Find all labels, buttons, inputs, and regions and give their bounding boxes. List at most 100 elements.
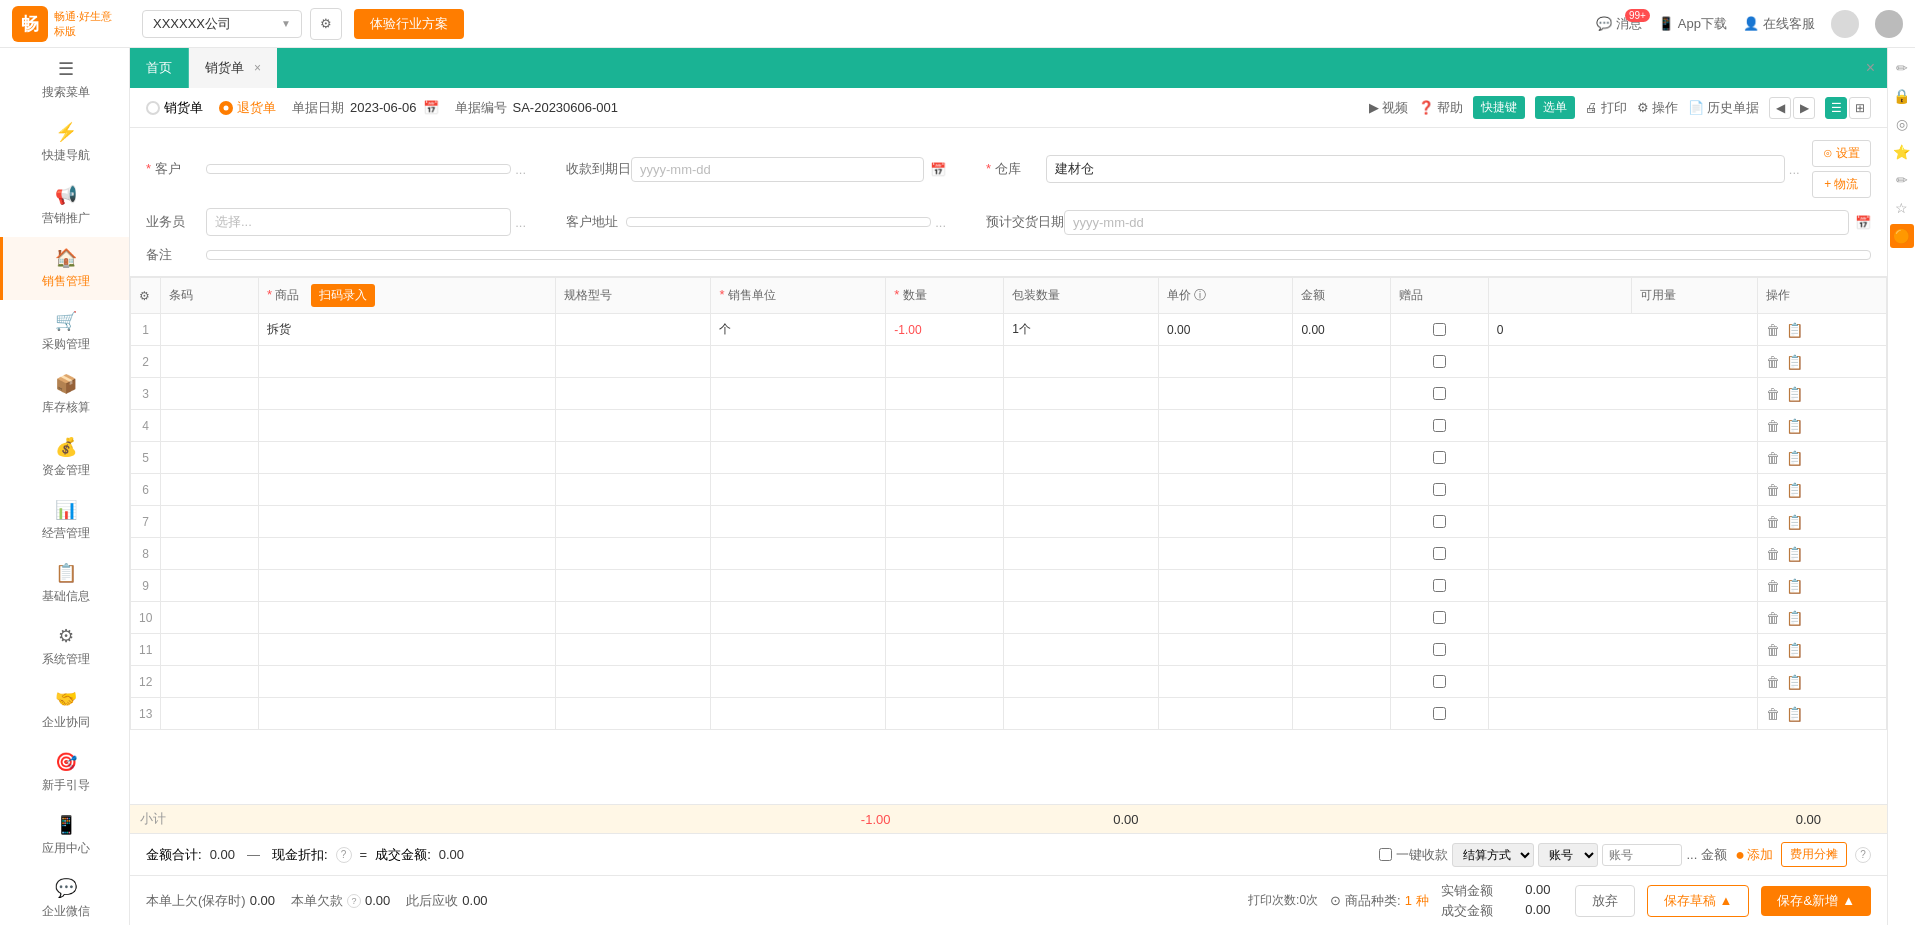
delivery-calendar-icon[interactable]: 📅: [1855, 215, 1871, 230]
delete-icon-12[interactable]: 🗑: [1766, 674, 1780, 690]
right-tool-2[interactable]: 🔒: [1890, 84, 1914, 108]
gift-checkbox-7[interactable]: [1433, 515, 1446, 528]
one-click-payment-checkbox[interactable]: [1379, 848, 1392, 861]
row-gift-13[interactable]: [1391, 698, 1489, 730]
gift-checkbox-2[interactable]: [1433, 355, 1446, 368]
row-spec-7[interactable]: [556, 506, 711, 538]
row-barcode-13[interactable]: [161, 698, 259, 730]
row-amount-8[interactable]: [1293, 538, 1391, 570]
row-gift-1[interactable]: [1391, 314, 1489, 346]
gift-checkbox-1[interactable]: [1433, 323, 1446, 336]
delete-icon-11[interactable]: 🗑: [1766, 642, 1780, 658]
row-barcode-6[interactable]: [161, 474, 259, 506]
calendar-icon[interactable]: 📅: [423, 100, 439, 115]
right-tool-4[interactable]: ⭐: [1890, 140, 1914, 164]
row-amount-4[interactable]: [1293, 410, 1391, 442]
tab-sales-order[interactable]: 销货单 ×: [189, 48, 277, 88]
row-pack-qty-4[interactable]: [1004, 410, 1159, 442]
row-product-8[interactable]: [259, 538, 556, 570]
row-price-8[interactable]: [1159, 538, 1293, 570]
video-btn[interactable]: ▶ 视频: [1369, 99, 1408, 117]
print-btn[interactable]: 🖨 打印: [1585, 99, 1627, 117]
gift-checkbox-13[interactable]: [1433, 707, 1446, 720]
row-gift-6[interactable]: [1391, 474, 1489, 506]
row-qty-3[interactable]: [886, 378, 1004, 410]
copy-icon-2[interactable]: 📋: [1786, 354, 1803, 370]
row-product-2[interactable]: [259, 346, 556, 378]
warehouse-dots[interactable]: ...: [1789, 162, 1800, 177]
row-pack-qty-1[interactable]: 1个: [1004, 314, 1159, 346]
message-button[interactable]: 💬 消息 99+: [1596, 15, 1642, 33]
sidebar-item-operations[interactable]: 📊 经营管理: [0, 489, 129, 552]
row-spec-6[interactable]: [556, 474, 711, 506]
row-qty-2[interactable]: [886, 346, 1004, 378]
account-select[interactable]: 账号: [1538, 843, 1598, 867]
row-product-5[interactable]: [259, 442, 556, 474]
row-spec-12[interactable]: [556, 666, 711, 698]
row-qty-4[interactable]: [886, 410, 1004, 442]
row-gift-3[interactable]: [1391, 378, 1489, 410]
copy-icon-13[interactable]: 📋: [1786, 706, 1803, 722]
salesperson-input[interactable]: 选择...: [206, 208, 511, 236]
row-spec-8[interactable]: [556, 538, 711, 570]
list-view-btn[interactable]: ☰: [1825, 97, 1847, 119]
row-price-12[interactable]: [1159, 666, 1293, 698]
row-product-10[interactable]: [259, 602, 556, 634]
select-button[interactable]: 选单: [1535, 96, 1575, 119]
row-barcode-2[interactable]: [161, 346, 259, 378]
row-unit-8[interactable]: [711, 538, 886, 570]
copy-icon-10[interactable]: 📋: [1786, 610, 1803, 626]
sidebar-item-sales[interactable]: 🏠 销售管理: [0, 237, 129, 300]
radio-sales-order[interactable]: 销货单: [146, 99, 203, 117]
row-qty-6[interactable]: [886, 474, 1004, 506]
row-pack-qty-2[interactable]: [1004, 346, 1159, 378]
online-service-button[interactable]: 👤 在线客服: [1743, 15, 1815, 33]
copy-icon-5[interactable]: 📋: [1786, 450, 1803, 466]
row-barcode-11[interactable]: [161, 634, 259, 666]
help-btn[interactable]: ❓ 帮助: [1418, 99, 1463, 117]
row-barcode-3[interactable]: [161, 378, 259, 410]
row-amount-5[interactable]: [1293, 442, 1391, 474]
discard-button[interactable]: 放弃: [1575, 885, 1635, 917]
row-unit-11[interactable]: [711, 634, 886, 666]
gift-checkbox-5[interactable]: [1433, 451, 1446, 464]
grid-view-btn[interactable]: ⊞: [1849, 97, 1871, 119]
radio-return-order[interactable]: 退货单: [219, 99, 276, 117]
row-pack-qty-11[interactable]: [1004, 634, 1159, 666]
sidebar-item-search[interactable]: ☰ 搜索菜单: [0, 48, 129, 111]
row-amount-9[interactable]: [1293, 570, 1391, 602]
row-gift-12[interactable]: [1391, 666, 1489, 698]
delete-icon-2[interactable]: 🗑: [1766, 354, 1780, 370]
row-pack-qty-5[interactable]: [1004, 442, 1159, 474]
sidebar-item-marketing[interactable]: 📢 营销推广: [0, 174, 129, 237]
row-qty-7[interactable]: [886, 506, 1004, 538]
row-pack-qty-3[interactable]: [1004, 378, 1159, 410]
row-barcode-4[interactable]: [161, 410, 259, 442]
copy-icon-8[interactable]: 📋: [1786, 546, 1803, 562]
tab-home[interactable]: 首页: [130, 48, 189, 88]
row-barcode-9[interactable]: [161, 570, 259, 602]
right-tool-3[interactable]: ◎: [1890, 112, 1914, 136]
row-spec-4[interactable]: [556, 410, 711, 442]
sidebar-item-inventory[interactable]: 📦 库存核算: [0, 363, 129, 426]
row-pack-qty-6[interactable]: [1004, 474, 1159, 506]
row-unit-4[interactable]: [711, 410, 886, 442]
row-qty-5[interactable]: [886, 442, 1004, 474]
row-pack-qty-9[interactable]: [1004, 570, 1159, 602]
row-barcode-7[interactable]: [161, 506, 259, 538]
row-price-9[interactable]: [1159, 570, 1293, 602]
sidebar-item-enterprise[interactable]: 🤝 企业协同: [0, 678, 129, 741]
delete-icon-4[interactable]: 🗑: [1766, 418, 1780, 434]
row-product-9[interactable]: [259, 570, 556, 602]
row-spec-1[interactable]: [556, 314, 711, 346]
operation-btn[interactable]: ⚙ 操作: [1637, 99, 1678, 117]
row-product-3[interactable]: [259, 378, 556, 410]
row-gift-4[interactable]: [1391, 410, 1489, 442]
customer-address-dots[interactable]: ...: [935, 215, 946, 230]
save-new-button[interactable]: 保存&新增 ▲: [1761, 886, 1871, 916]
row-gift-9[interactable]: [1391, 570, 1489, 602]
col-settings[interactable]: ⚙: [131, 278, 161, 314]
copy-icon-1[interactable]: 📋: [1786, 322, 1803, 338]
row-qty-11[interactable]: [886, 634, 1004, 666]
copy-icon-11[interactable]: 📋: [1786, 642, 1803, 658]
